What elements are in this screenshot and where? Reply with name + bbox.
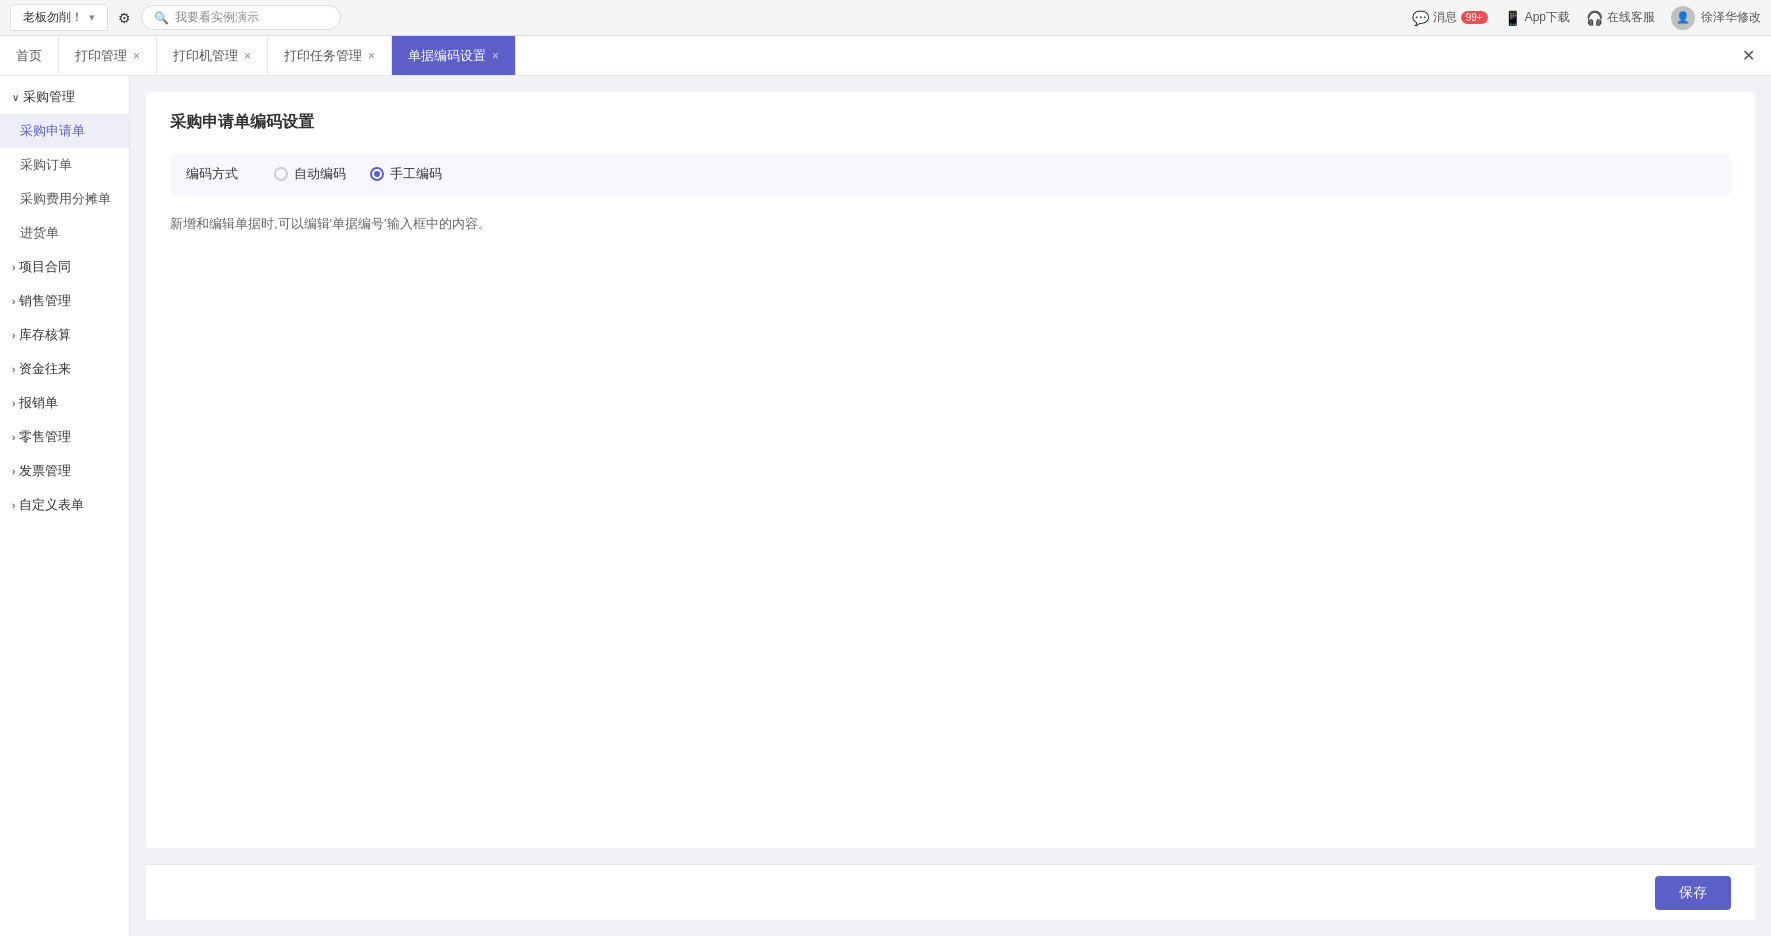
encoding-label: 编码方式 xyxy=(186,165,238,183)
sidebar-item-stock-in[interactable]: 进货单 xyxy=(0,216,129,250)
tab-printer-mgmt[interactable]: 打印机管理 × xyxy=(157,36,268,75)
expand-arrow-icon: › xyxy=(12,262,15,273)
tab-single-code[interactable]: 单据编码设置 × xyxy=(392,36,516,75)
gear-icon[interactable] xyxy=(118,10,131,26)
manual-code-radio-circle xyxy=(370,167,384,181)
sidebar-item-label: 采购订单 xyxy=(20,157,72,172)
sidebar-item-label: 采购申请单 xyxy=(20,123,85,138)
sidebar-group-label-inventory: 库存核算 xyxy=(19,326,71,344)
sidebar-group-title-capital[interactable]: › 资金往来 xyxy=(0,352,129,386)
app-download-icon xyxy=(1504,10,1521,26)
sidebar-group-title-invoice[interactable]: › 发票管理 xyxy=(0,454,129,488)
app-download-button[interactable]: App下载 xyxy=(1504,9,1570,26)
expand-arrow-icon: › xyxy=(12,330,15,341)
close-tab-icon[interactable]: × xyxy=(133,49,140,63)
sidebar-group-label-purchase: 采购管理 xyxy=(23,88,75,106)
content-footer: 保存 xyxy=(146,864,1755,920)
sidebar-group-title-inventory[interactable]: › 库存核算 xyxy=(0,318,129,352)
sidebar-group-label-sales: 销售管理 xyxy=(19,292,71,310)
tab-print-task[interactable]: 打印任务管理 × xyxy=(268,36,392,75)
browser-search-text: 我要看实例演示 xyxy=(175,9,259,26)
expand-arrow-icon: › xyxy=(12,466,15,477)
close-tab-icon[interactable]: × xyxy=(492,49,499,63)
avatar: 👤 xyxy=(1671,6,1695,30)
save-button[interactable]: 保存 xyxy=(1655,876,1731,910)
content-area: 采购申请单编码设置 编码方式 自动编码 手工编码 新增和编辑单据时,可以编辑'单… xyxy=(130,76,1771,936)
online-service-label: 在线客服 xyxy=(1607,9,1655,26)
browser-tab-label: 老板勿削！ xyxy=(23,9,83,26)
sidebar-group-title-returns[interactable]: › 报销单 xyxy=(0,386,129,420)
message-button[interactable]: 消息 99+ xyxy=(1412,9,1488,26)
sidebar-group-title-custom[interactable]: › 自定义表单 xyxy=(0,488,129,522)
sidebar-group-title-project[interactable]: › 项目合同 xyxy=(0,250,129,284)
global-close-button[interactable]: ✕ xyxy=(1726,36,1771,75)
sidebar-group-title-sales[interactable]: › 销售管理 xyxy=(0,284,129,318)
browser-tab[interactable]: 老板勿削！ ▾ xyxy=(10,4,108,31)
browser-search-icon: 🔍 xyxy=(154,11,169,25)
expand-arrow-icon: › xyxy=(12,296,15,307)
sidebar-group-label-project: 项目合同 xyxy=(19,258,71,276)
expand-arrow-icon: › xyxy=(12,398,15,409)
close-tab-icon[interactable]: × xyxy=(368,49,375,63)
app-tab-bar: 首页 打印管理 × 打印机管理 × 打印任务管理 × 单据编码设置 × ✕ xyxy=(0,36,1771,76)
main-layout: ∨ 采购管理 采购申请单 采购订单 采购费用分摊单 进货单 › 项目合同 › 销… xyxy=(0,76,1771,936)
global-close-icon: ✕ xyxy=(1742,46,1755,65)
tab-home[interactable]: 首页 xyxy=(0,36,59,75)
sidebar-group-label-capital: 资金往来 xyxy=(19,360,71,378)
encoding-mode-row: 编码方式 自动编码 手工编码 xyxy=(170,153,1731,195)
user-menu[interactable]: 👤 徐泽华修改 xyxy=(1671,6,1761,30)
browser-search-bar[interactable]: 🔍 我要看实例演示 xyxy=(141,5,341,30)
expand-arrow-icon: › xyxy=(12,432,15,443)
manual-code-label: 手工编码 xyxy=(390,165,442,183)
user-name: 徐泽华修改 xyxy=(1701,9,1761,26)
app-download-label: App下载 xyxy=(1525,9,1570,26)
sidebar-group-purchase: ∨ 采购管理 采购申请单 采购订单 采购费用分摊单 进货单 xyxy=(0,80,129,250)
sidebar-item-label: 进货单 xyxy=(20,225,59,240)
sidebar-item-purchase-request[interactable]: 采购申请单 xyxy=(0,114,129,148)
sidebar-group-title-purchase[interactable]: ∨ 采购管理 xyxy=(0,80,129,114)
sidebar-group-label-returns: 报销单 xyxy=(19,394,58,412)
browser-bar: 老板勿削！ ▾ 🔍 我要看实例演示 消息 99+ App下载 在线客服 👤 徐泽… xyxy=(0,0,1771,36)
chevron-down-icon: ▾ xyxy=(89,11,95,24)
sidebar-item-purchase-order[interactable]: 采购订单 xyxy=(0,148,129,182)
message-label: 消息 xyxy=(1433,9,1457,26)
manual-code-radio[interactable]: 手工编码 xyxy=(370,165,442,183)
sidebar-group-label-retail: 零售管理 xyxy=(19,428,71,446)
hint-text: 新增和编辑单据时,可以编辑'单据编号'输入框中的内容。 xyxy=(170,215,1731,233)
auto-code-label: 自动编码 xyxy=(294,165,346,183)
auto-code-radio-circle xyxy=(274,167,288,181)
sidebar-group-label-custom: 自定义表单 xyxy=(19,496,84,514)
expand-arrow-icon: › xyxy=(12,364,15,375)
tab-home-label: 首页 xyxy=(16,47,42,65)
tab-print-mgmt-label: 打印管理 xyxy=(75,47,127,65)
message-badge: 99+ xyxy=(1461,11,1488,24)
sidebar: ∨ 采购管理 采购申请单 采购订单 采购费用分摊单 进货单 › 项目合同 › 销… xyxy=(0,76,130,936)
tab-single-code-label: 单据编码设置 xyxy=(408,47,486,65)
sidebar-group-label-invoice: 发票管理 xyxy=(19,462,71,480)
content-inner: 采购申请单编码设置 编码方式 自动编码 手工编码 新增和编辑单据时,可以编辑'单… xyxy=(146,92,1755,848)
sidebar-item-label: 采购费用分摊单 xyxy=(20,191,111,206)
sidebar-item-purchase-expense[interactable]: 采购费用分摊单 xyxy=(0,182,129,216)
expand-arrow-icon: › xyxy=(12,500,15,511)
collapse-arrow-icon: ∨ xyxy=(12,92,19,103)
page-title: 采购申请单编码设置 xyxy=(170,112,1731,133)
sidebar-group-title-retail[interactable]: › 零售管理 xyxy=(0,420,129,454)
tab-print-task-label: 打印任务管理 xyxy=(284,47,362,65)
online-service-icon xyxy=(1586,10,1603,26)
auto-code-radio[interactable]: 自动编码 xyxy=(274,165,346,183)
tab-printer-mgmt-label: 打印机管理 xyxy=(173,47,238,65)
online-service-button[interactable]: 在线客服 xyxy=(1586,9,1655,26)
tab-print-mgmt[interactable]: 打印管理 × xyxy=(59,36,157,75)
close-tab-icon[interactable]: × xyxy=(244,49,251,63)
message-icon xyxy=(1412,10,1429,26)
browser-bar-right: 消息 99+ App下载 在线客服 👤 徐泽华修改 xyxy=(1412,6,1761,30)
